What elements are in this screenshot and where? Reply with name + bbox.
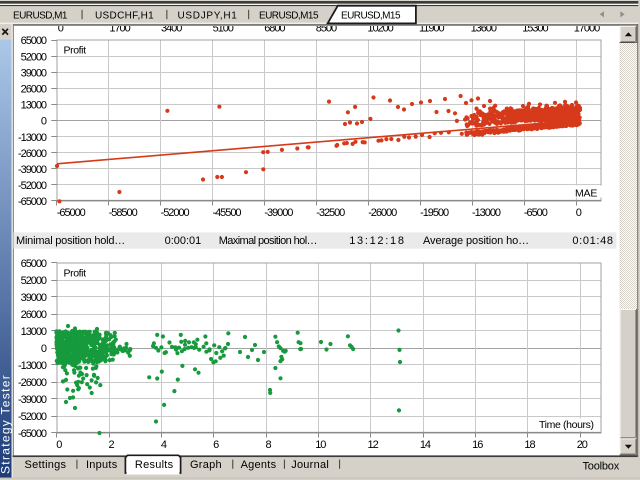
svg-text:Profit: Profit	[64, 45, 87, 57]
svg-text:EURUSD,M15: EURUSD,M15	[259, 11, 319, 22]
svg-text:Settings: Settings	[25, 459, 67, 471]
svg-text:EURUSD,M15: EURUSD,M15	[341, 11, 401, 22]
svg-text:-26000: -26000	[368, 207, 397, 219]
svg-text:MAE: MAE	[575, 187, 597, 199]
svg-text:26000: 26000	[21, 84, 47, 96]
svg-text:39000: 39000	[21, 292, 47, 304]
svg-text:Maximal position hol…: Maximal position hol…	[219, 235, 317, 247]
svg-text:20: 20	[577, 439, 588, 451]
svg-text:-13000: -13000	[18, 360, 47, 372]
svg-text:39000: 39000	[21, 67, 47, 79]
svg-text:18: 18	[524, 439, 535, 451]
svg-text:-13000: -13000	[18, 132, 47, 144]
svg-text:10: 10	[315, 439, 326, 451]
svg-text:-26000: -26000	[18, 377, 47, 389]
svg-text:65000: 65000	[21, 258, 47, 270]
svg-text:16: 16	[472, 439, 483, 451]
svg-text:Results: Results	[135, 459, 174, 471]
svg-text:Inputs: Inputs	[86, 459, 118, 471]
svg-text:-13000: -13000	[472, 207, 501, 219]
svg-text:Minimal position hold…: Minimal position hold…	[16, 235, 125, 247]
svg-text:52000: 52000	[21, 275, 47, 287]
svg-text:0:00:01: 0:00:01	[165, 235, 202, 247]
svg-text:Agents: Agents	[241, 459, 277, 471]
svg-text:52000: 52000	[21, 51, 47, 63]
svg-text:0:01:48: 0:01:48	[572, 235, 613, 247]
svg-text:-52000: -52000	[18, 180, 47, 192]
svg-text:-58500: -58500	[109, 207, 138, 219]
svg-text:USDCHF,H1: USDCHF,H1	[95, 11, 154, 22]
svg-text:65000: 65000	[21, 35, 47, 47]
svg-text:Journal: Journal	[291, 459, 329, 471]
svg-text:-39000: -39000	[18, 394, 47, 406]
svg-text:Average position ho…: Average position ho…	[423, 235, 529, 247]
svg-text:26000: 26000	[21, 309, 47, 321]
svg-text:Profit: Profit	[64, 267, 87, 279]
svg-text:Toolbox: Toolbox	[582, 461, 619, 473]
svg-text:Strategy Tester: Strategy Tester	[0, 374, 13, 474]
svg-text:-6500: -6500	[524, 207, 548, 219]
svg-text:-45500: -45500	[213, 207, 242, 219]
svg-text:-52000: -52000	[18, 411, 47, 423]
svg-text:12: 12	[368, 439, 379, 451]
svg-text:USDJPY,H1: USDJPY,H1	[178, 11, 238, 22]
svg-text:13000: 13000	[21, 326, 47, 338]
svg-text:13:12:18: 13:12:18	[349, 235, 406, 247]
svg-text:Graph: Graph	[190, 459, 222, 471]
svg-text:14: 14	[420, 439, 431, 451]
svg-text:-52000: -52000	[161, 207, 190, 219]
svg-text:-65000: -65000	[18, 428, 47, 440]
svg-text:-39000: -39000	[18, 164, 47, 176]
svg-text:-26000: -26000	[18, 148, 47, 160]
svg-text:EURUSD,M1: EURUSD,M1	[13, 11, 68, 22]
svg-text:-32500: -32500	[316, 207, 345, 219]
svg-text:-39000: -39000	[264, 207, 293, 219]
svg-text:13000: 13000	[21, 100, 47, 112]
svg-text:Time (hours): Time (hours)	[539, 419, 594, 431]
svg-text:-65000: -65000	[57, 207, 86, 219]
svg-text:-65000: -65000	[18, 196, 47, 208]
svg-text:-19500: -19500	[420, 207, 449, 219]
